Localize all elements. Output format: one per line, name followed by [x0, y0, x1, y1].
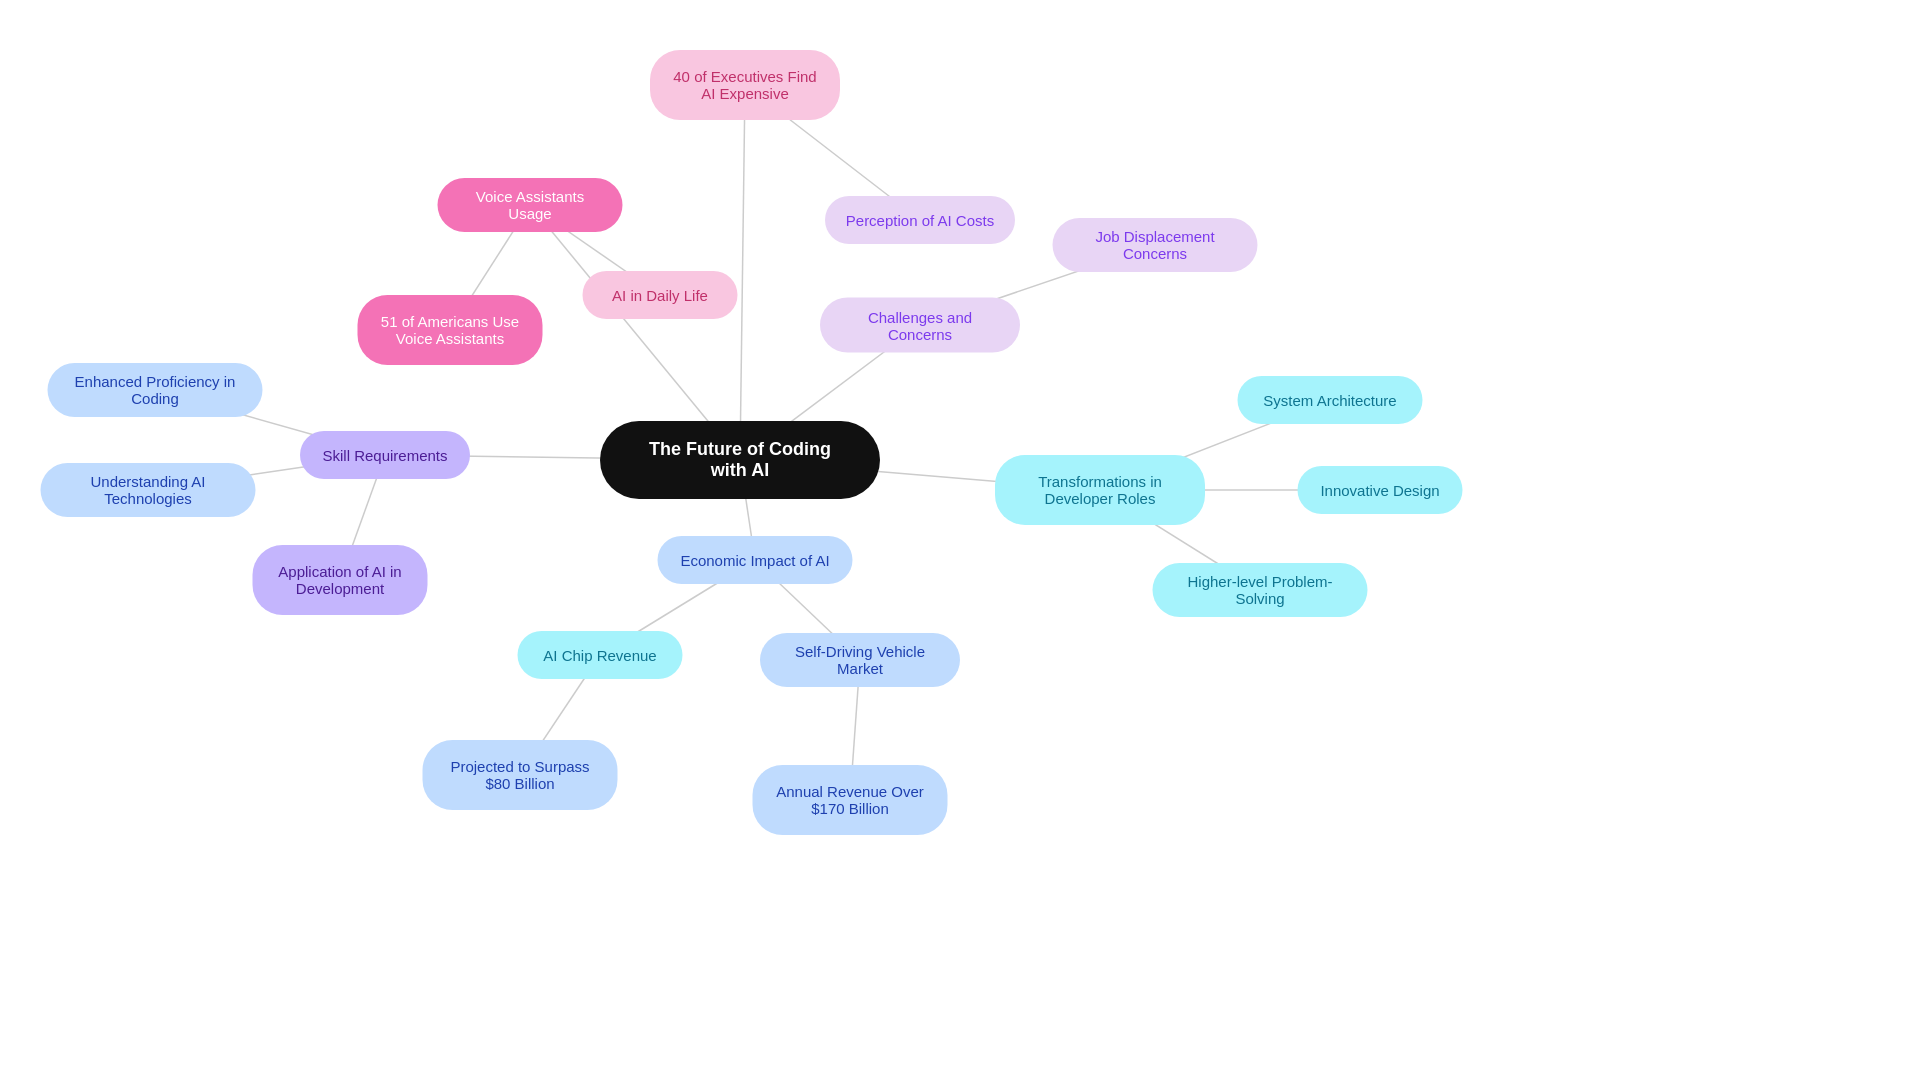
node-sys-arch[interactable]: System Architecture — [1238, 376, 1423, 424]
node-chip-stat[interactable]: Projected to Surpass $80 Billion — [423, 740, 618, 810]
node-voice-usage[interactable]: Voice Assistants Usage — [438, 178, 623, 232]
node-app-dev[interactable]: Application of AI in Development — [253, 545, 428, 615]
node-perception[interactable]: Perception of AI Costs — [825, 196, 1015, 244]
node-chip-rev[interactable]: AI Chip Revenue — [518, 631, 683, 679]
node-auto-stat[interactable]: Annual Revenue Over $170 Billion — [753, 765, 948, 835]
node-economic[interactable]: Economic Impact of AI — [658, 536, 853, 584]
node-ai-tech[interactable]: Understanding AI Technologies — [41, 463, 256, 517]
node-innovative[interactable]: Innovative Design — [1298, 466, 1463, 514]
node-dev-roles[interactable]: Transformations in Developer Roles — [995, 455, 1205, 525]
mindmap-container: The Future of Coding with AI 40 of Execut… — [0, 0, 1920, 1083]
node-problem-solving[interactable]: Higher-level Problem-Solving — [1153, 563, 1368, 617]
node-skill-req[interactable]: Skill Requirements — [300, 431, 470, 479]
node-center[interactable]: The Future of Coding with AI — [600, 421, 880, 499]
node-self-driving[interactable]: Self-Driving Vehicle Market — [760, 633, 960, 687]
node-daily-life[interactable]: AI in Daily Life — [583, 271, 738, 319]
connections-svg — [0, 0, 1920, 1083]
node-executives[interactable]: 40 of Executives Find AI Expensive — [650, 50, 840, 120]
node-coding-prof[interactable]: Enhanced Proficiency in Coding — [48, 363, 263, 417]
node-challenges[interactable]: Challenges and Concerns — [820, 298, 1020, 353]
node-job-displacement[interactable]: Job Displacement Concerns — [1053, 218, 1258, 272]
svg-line-0 — [740, 85, 745, 460]
node-voice-stat[interactable]: 51 of Americans Use Voice Assistants — [358, 295, 543, 365]
